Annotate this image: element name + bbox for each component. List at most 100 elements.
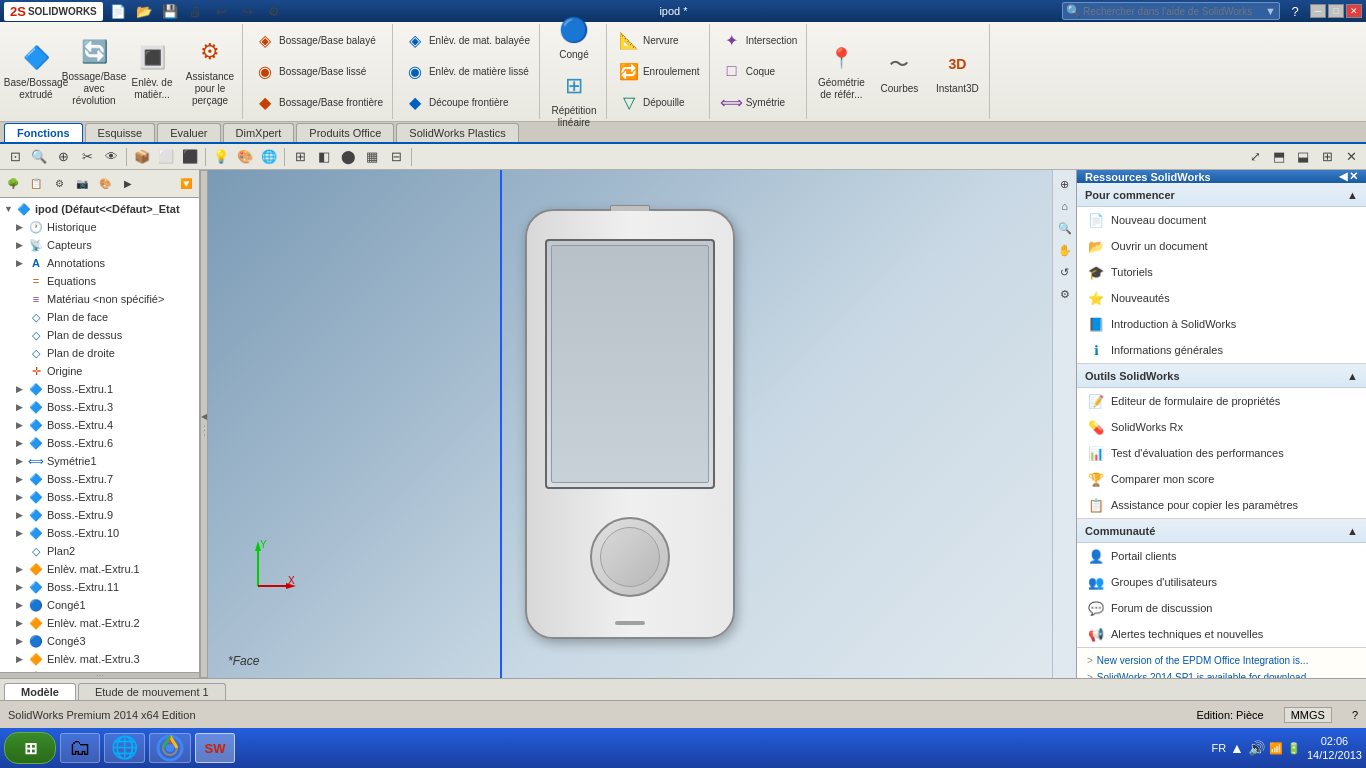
panel-collapse-handle[interactable]: ◀ · · ·	[200, 170, 208, 678]
item-ouvrir-doc[interactable]: 📂 Ouvrir un document	[1077, 233, 1366, 259]
viewport-quad-btn[interactable]: ⊞	[1316, 147, 1338, 167]
rebuild-btn[interactable]: ⚙	[263, 1, 285, 21]
tree-item-plan-droite[interactable]: ◇ Plan de droite	[2, 344, 197, 362]
item-forum[interactable]: 💬 Forum de discussion	[1077, 595, 1366, 621]
item-editeur-formulaire[interactable]: 📝 Editeur de formulaire de propriétés	[1077, 388, 1366, 414]
tree-item-equations[interactable]: = Equations	[2, 272, 197, 290]
news-item-1[interactable]: SolidWorks 2014 SP1 is available for dow…	[1077, 669, 1366, 678]
new-file-btn[interactable]: 📄	[107, 1, 129, 21]
tree-item-origine[interactable]: ✛ Origine	[2, 362, 197, 380]
nav-btn-4[interactable]: ✋	[1055, 240, 1075, 260]
tree-item-boss9[interactable]: ▶ 🔷 Boss.-Extru.9	[2, 506, 197, 524]
conge-btn[interactable]: 🔵 Congé	[546, 10, 602, 65]
item-nouveau-doc[interactable]: 📄 Nouveau document	[1077, 207, 1366, 233]
section-view-btn[interactable]: ✂	[76, 147, 98, 167]
section-communaute-header[interactable]: Communauté ▲	[1077, 519, 1366, 543]
open-file-btn[interactable]: 📂	[133, 1, 155, 21]
enlev-lisse-btn[interactable]: ◉ Enlèv. de matière lissé	[399, 57, 535, 85]
taskbar-chrome[interactable]	[149, 733, 191, 763]
tree-item-material[interactable]: ≡ Matériau <non spécifié>	[2, 290, 197, 308]
tree-item-boss11[interactable]: ▶ 🔷 Boss.-Extru.11	[2, 578, 197, 596]
display-manager-btn[interactable]: 🎨	[94, 174, 116, 194]
main-viewport[interactable]: Y X *Face	[208, 170, 1052, 678]
bossage-balaye-btn[interactable]: ◈ Bossage/Base balayé	[249, 27, 388, 55]
viewport-split-h-btn[interactable]: ⬒	[1268, 147, 1290, 167]
nav-btn-1[interactable]: ⊕	[1055, 174, 1075, 194]
section-pour-commencer-header[interactable]: Pour commencer ▲	[1077, 183, 1366, 207]
tree-item-historique[interactable]: ▶ 🕐 Historique	[2, 218, 197, 236]
symetrie-btn[interactable]: ⟺ Symétrie	[716, 88, 803, 116]
feature-tree-content[interactable]: ▼ 🔷 ipod (Défaut<<Défaut>_Etat ▶ 🕐 Histo…	[0, 198, 199, 672]
filter-btn[interactable]: 🔽	[175, 174, 197, 194]
tab-esquisse[interactable]: Esquisse	[85, 123, 156, 142]
tree-item-symetrie1[interactable]: ▶ ⟺ Symétrie1	[2, 452, 197, 470]
tree-root-item[interactable]: ▼ 🔷 ipod (Défaut<<Défaut>_Etat	[2, 200, 197, 218]
tree-item-enlev1[interactable]: ▶ 🔶 Enlèv. mat.-Extru.1	[2, 560, 197, 578]
intersection-btn[interactable]: ✦ Intersection	[716, 27, 803, 55]
close-btn[interactable]: ✕	[1346, 4, 1362, 18]
cam-manager-btn[interactable]: 📷	[71, 174, 93, 194]
help-btn[interactable]: ?	[1284, 1, 1306, 21]
tree-item-boss6[interactable]: ▶ 🔷 Boss.-Extru.6	[2, 434, 197, 452]
bossage-lisse-btn[interactable]: ◉ Bossage/Base lissé	[249, 57, 388, 85]
tree-item-capteurs[interactable]: ▶ 📡 Capteurs	[2, 236, 197, 254]
tab-evaluer[interactable]: Evaluer	[157, 123, 220, 142]
assistance-percage-btn[interactable]: ⚙ Assistance pour le perçage	[182, 32, 238, 111]
tree-item-enlev3[interactable]: ▶ 🔶 Enlèv. mat.-Extru.3	[2, 650, 197, 668]
nav-btn-2[interactable]: ⌂	[1055, 196, 1075, 216]
nervure-btn[interactable]: 📐 Nervure	[613, 27, 705, 55]
tab-dimxpert[interactable]: DimXpert	[223, 123, 295, 142]
feature-tree-btn[interactable]: 🌳	[2, 174, 24, 194]
property-manager-btn[interactable]: 📋	[25, 174, 47, 194]
item-info-gen[interactable]: ℹ Informations générales	[1077, 337, 1366, 363]
item-nouveautes[interactable]: ⭐ Nouveautés	[1077, 285, 1366, 311]
hide-lines-btn[interactable]: ⬜	[155, 147, 177, 167]
help-search-input[interactable]	[1083, 6, 1263, 17]
repetition-btn[interactable]: ⊞ Répétition linéaire	[546, 66, 602, 133]
decoupe-frontiere-btn[interactable]: ◆ Découpe frontière	[399, 88, 535, 116]
zoom-to-fit-btn[interactable]: ⊡	[4, 147, 26, 167]
item-test-eval[interactable]: 📊 Test d'évaluation des performances	[1077, 440, 1366, 466]
start-button[interactable]: ⊞	[4, 732, 56, 764]
taskbar-ie[interactable]: 🌐	[104, 733, 145, 763]
item-comparer-score[interactable]: 🏆 Comparer mon score	[1077, 466, 1366, 492]
view-setting-3[interactable]: ⬤	[337, 147, 359, 167]
bottom-tab-modele[interactable]: Modèle	[4, 683, 76, 700]
nav-btn-5[interactable]: ↺	[1055, 262, 1075, 282]
help-icon[interactable]: ?	[1352, 709, 1358, 721]
tree-item-plan2[interactable]: ◇ Plan2	[2, 542, 197, 560]
nav-btn-3[interactable]: 🔍	[1055, 218, 1075, 238]
view-setting-1[interactable]: ⊞	[289, 147, 311, 167]
news-item-0[interactable]: New version of the EPDM Office Integrati…	[1077, 652, 1366, 669]
clock[interactable]: 02:06 14/12/2013	[1307, 734, 1362, 763]
item-portail-clients[interactable]: 👤 Portail clients	[1077, 543, 1366, 569]
bossage-frontiere-btn[interactable]: ◆ Bossage/Base frontière	[249, 88, 388, 116]
tree-item-plan-dessus[interactable]: ◇ Plan de dessus	[2, 326, 197, 344]
nav-btn-6[interactable]: ⚙	[1055, 284, 1075, 304]
geometrie-btn[interactable]: 📍 Géométrie de référ...	[813, 36, 869, 108]
taskbar-solidworks[interactable]: SW	[195, 733, 235, 763]
courbes-btn[interactable]: 〜 Courbes	[871, 36, 927, 108]
tab-fonctions[interactable]: Fonctions	[4, 123, 83, 142]
viewport-split-v-btn[interactable]: ⬓	[1292, 147, 1314, 167]
restore-btn[interactable]: □	[1328, 4, 1344, 18]
tray-icon-volume[interactable]: 🔊	[1248, 740, 1265, 756]
minimize-btn[interactable]: ─	[1310, 4, 1326, 18]
item-sw-rx[interactable]: 💊 SolidWorks Rx	[1077, 414, 1366, 440]
tree-item-plan-face[interactable]: ◇ Plan de face	[2, 308, 197, 326]
enlev-balayee-btn[interactable]: ◈ Enlèv. de mat. balayée	[399, 27, 535, 55]
bottom-tab-mouvement[interactable]: Etude de mouvement 1	[78, 683, 226, 700]
enlev-matiere-btn[interactable]: 🔳 Enlèv. de matièr...	[124, 36, 180, 108]
tree-item-enlev2[interactable]: ▶ 🔶 Enlèv. mat.-Extru.2	[2, 614, 197, 632]
appearance-btn[interactable]: 🎨	[234, 147, 256, 167]
tab-produits-office[interactable]: Produits Office	[296, 123, 394, 142]
taskbar-explorer[interactable]: 🗂	[60, 733, 100, 763]
item-tutoriels[interactable]: 🎓 Tutoriels	[1077, 259, 1366, 285]
more-btn[interactable]: ▶	[117, 174, 139, 194]
view-setting-5[interactable]: ⊟	[385, 147, 407, 167]
tree-item-boss8[interactable]: ▶ 🔷 Boss.-Extru.8	[2, 488, 197, 506]
save-btn[interactable]: 💾	[159, 1, 181, 21]
tab-sw-plastics[interactable]: SolidWorks Plastics	[396, 123, 518, 142]
lighting-btn[interactable]: 💡	[210, 147, 232, 167]
tree-item-conge1[interactable]: ▶ 🔵 Congé1	[2, 596, 197, 614]
